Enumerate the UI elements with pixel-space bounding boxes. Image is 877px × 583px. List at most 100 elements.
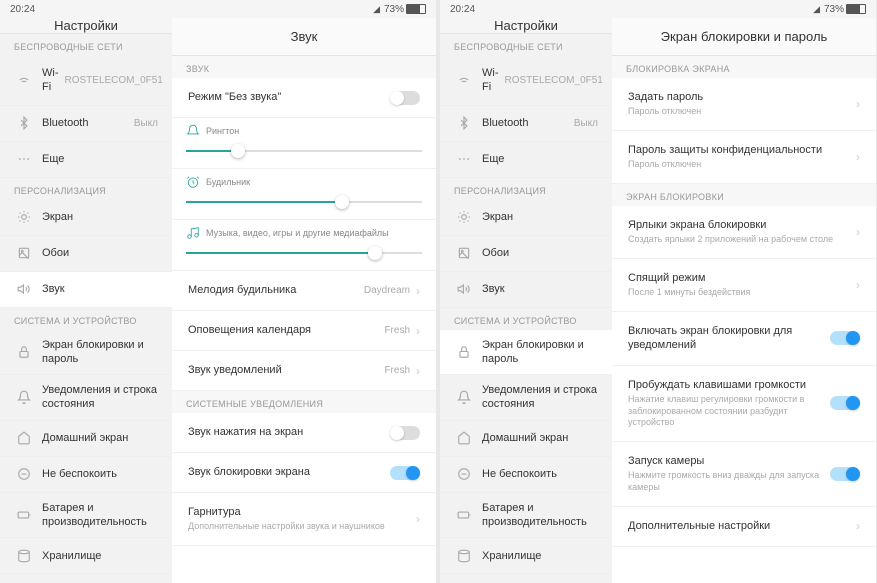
sidebar-item[interactable]: Уведомления и строка состояния [440, 375, 612, 421]
row-label: Оповещения календаря [188, 323, 378, 337]
volume-slider[interactable] [186, 246, 422, 260]
sidebar-item[interactable]: Домашний экран [440, 421, 612, 457]
setting-row[interactable]: Запуск камерыНажмите громкость вниз дваж… [612, 442, 876, 507]
setting-row[interactable]: Пробуждать клавишами громкостиНажатие кл… [612, 366, 876, 442]
toggle[interactable] [830, 467, 860, 481]
sidebar-item[interactable]: Дополнительно [0, 574, 172, 583]
toggle-silent[interactable] [390, 91, 420, 105]
setting-row[interactable]: Звук нажатия на экран [172, 413, 436, 453]
row-silent-mode[interactable]: Режим "Без звука" [172, 78, 436, 118]
notif-icon [14, 390, 34, 404]
setting-row[interactable]: Дополнительные настройки› [612, 507, 876, 547]
sidebar-item[interactable]: Не беспокоить [0, 457, 172, 493]
sound-icon [14, 282, 34, 296]
volume-slider[interactable] [186, 195, 422, 209]
sidebar-item[interactable]: Дополнительно [440, 574, 612, 583]
status-time: 20:24 [450, 4, 475, 15]
sidebar-item[interactable]: Экран [0, 200, 172, 236]
sidebar-item[interactable]: Wi-FiROSTELECOM_0F51 [0, 56, 172, 106]
display-icon [14, 210, 34, 224]
sidebar-item[interactable]: Обои [440, 236, 612, 272]
setting-row[interactable]: Ярлыки экрана блокировкиСоздать ярлыки 2… [612, 206, 876, 259]
sidebar-item[interactable]: Домашний экран [0, 421, 172, 457]
sidebar-item-value: Выкл [574, 118, 598, 129]
toggle[interactable] [390, 466, 420, 480]
wifi-icon [813, 4, 820, 15]
status-bar: 20:24 73% [440, 0, 876, 18]
section-header: СИСТЕМА И УСТРОЙСТВО [0, 308, 172, 330]
sidebar-item[interactable]: Хранилище [0, 538, 172, 574]
sidebar-item[interactable]: Еще [0, 142, 172, 178]
row-label: Звук нажатия на экран [188, 425, 390, 439]
sidebar-item-label: Экран блокировки и пароль [42, 338, 158, 367]
setting-row[interactable]: Включать экран блокировки для уведомлени… [612, 312, 876, 366]
settings-sidebar[interactable]: Настройки БЕСПРОВОДНЫЕ СЕТИWi-FiROSTELEC… [440, 18, 612, 583]
wifi-icon [373, 4, 380, 15]
setting-row[interactable]: Звук уведомленийFresh› [172, 351, 436, 391]
setting-row[interactable]: ГарнитураДополнительные настройки звука … [172, 493, 436, 546]
sidebar-item-label: Хранилище [482, 549, 598, 563]
volume-slider-row: Музыка, видео, игры и другие медиафайлы [172, 220, 436, 271]
sidebar-item[interactable]: Хранилище [440, 538, 612, 574]
detail-pane-sound[interactable]: Звук ЗВУК Режим "Без звука" Рингтон Буди… [172, 18, 436, 583]
toggle[interactable] [830, 396, 860, 410]
sidebar-item-label: Экран блокировки и пароль [482, 338, 598, 367]
sound-icon [454, 282, 474, 296]
more-icon [454, 152, 474, 166]
sidebar-item-label: Экран [42, 210, 158, 224]
toggle[interactable] [390, 426, 420, 440]
toggle[interactable] [830, 331, 860, 345]
status-bar: 20:24 73% [0, 0, 436, 18]
setting-row[interactable]: Пароль защиты конфиденциальностиПароль о… [612, 131, 876, 184]
sidebar-item-label: Звук [42, 282, 158, 296]
storage-icon [454, 549, 474, 563]
row-sublabel: Пароль отключен [628, 106, 850, 118]
sidebar-item[interactable]: Bluetooth Выкл [440, 106, 612, 142]
row-label: Ярлыки экрана блокировкиСоздать ярлыки 2… [628, 218, 850, 246]
volume-slider[interactable] [186, 144, 422, 158]
more-icon [14, 152, 34, 166]
dnd-icon [14, 467, 34, 481]
sidebar-item[interactable]: Звук [440, 272, 612, 308]
settings-sidebar[interactable]: Настройки БЕСПРОВОДНЫЕ СЕТИWi-FiROSTELEC… [0, 18, 172, 583]
sidebar-item[interactable]: Еще [440, 142, 612, 178]
row-label: Звук блокировки экрана [188, 465, 390, 479]
sidebar-item[interactable]: Батарея и производительность [0, 493, 172, 539]
setting-row[interactable]: Звук блокировки экрана [172, 453, 436, 493]
sidebar-item[interactable]: Экран [440, 200, 612, 236]
sidebar-item[interactable]: Экран блокировки и пароль [440, 330, 612, 376]
battery-icon [454, 508, 474, 522]
battery-icon: 73% [384, 4, 426, 15]
sidebar-item[interactable]: Звук [0, 272, 172, 308]
battery-icon: 73% [824, 4, 866, 15]
setting-row[interactable]: Оповещения календаряFresh› [172, 311, 436, 351]
alarm-icon [186, 175, 200, 189]
chevron-right-icon: › [856, 519, 860, 533]
sidebar-item-label: Домашний экран [42, 431, 158, 445]
section-header-lock: БЛОКИРОВКА ЭКРАНА [612, 56, 876, 78]
section-header: ПЕРСОНАЛИЗАЦИЯ [440, 178, 612, 200]
detail-pane-lockscreen[interactable]: Экран блокировки и пароль БЛОКИРОВКА ЭКР… [612, 18, 876, 583]
sidebar-item-value: Выкл [134, 118, 158, 129]
sidebar-item-label: Bluetooth [482, 116, 568, 130]
row-sublabel: Нажатие клавиш регулировки громкости в з… [628, 394, 830, 429]
home-icon [14, 431, 34, 445]
sidebar-item[interactable]: Батарея и производительность [440, 493, 612, 539]
setting-row[interactable]: Спящий режимПосле 1 минуты бездействия› [612, 259, 876, 312]
setting-row[interactable]: Мелодия будильникаDaydream› [172, 271, 436, 311]
row-label: Звук уведомлений [188, 363, 378, 377]
row-label: Пароль защиты конфиденциальностиПароль о… [628, 143, 850, 171]
sidebar-item[interactable]: Обои [0, 236, 172, 272]
setting-row[interactable]: Задать парольПароль отключен› [612, 78, 876, 131]
sidebar-item-label: Еще [42, 152, 158, 166]
row-label: Мелодия будильника [188, 283, 358, 297]
sidebar-item[interactable]: Wi-FiROSTELECOM_0F51 [440, 56, 612, 106]
section-header-lockscreen: ЭКРАН БЛОКИРОВКИ [612, 184, 876, 206]
sidebar-item[interactable]: BluetoothВыкл [0, 106, 172, 142]
row-sublabel: После 1 минуты бездействия [628, 287, 850, 299]
chevron-right-icon: › [856, 97, 860, 111]
sidebar-item[interactable]: Экран блокировки и пароль [0, 330, 172, 376]
chevron-right-icon: › [416, 284, 420, 298]
sidebar-item[interactable]: Не беспокоить [440, 457, 612, 493]
sidebar-item[interactable]: Уведомления и строка состояния [0, 375, 172, 421]
